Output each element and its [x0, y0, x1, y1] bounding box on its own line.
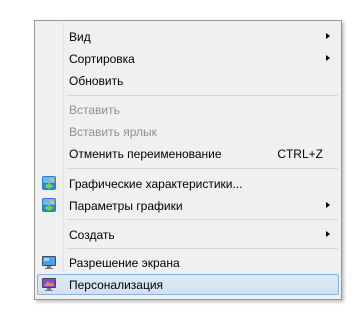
menu-item-label: Вставить: [69, 103, 120, 117]
menu-item-label: Обновить: [69, 74, 124, 88]
menu-separator: [66, 95, 338, 96]
menu-separator: [66, 219, 338, 220]
submenu-arrow-icon: [326, 202, 330, 208]
menu-item-screen-resolution[interactable]: Разрешение экрана: [37, 252, 339, 273]
menu-item-label: Отменить переименование: [69, 147, 222, 161]
menu-item-label: Графические характеристики...: [69, 177, 243, 191]
intel-graphics-icon: [42, 176, 56, 190]
menu-item-label: Создать: [69, 228, 115, 242]
menu-item-graphics-options[interactable]: Параметры графики: [37, 195, 339, 216]
menu-item-undo-rename[interactable]: Отменить переименование CTRL+Z: [37, 143, 339, 164]
display-icon: [42, 256, 56, 269]
personalization-icon: [42, 278, 56, 291]
menu-item-label: Разрешение экрана: [69, 256, 180, 270]
submenu-arrow-icon: [326, 55, 330, 61]
submenu-arrow-icon: [326, 231, 330, 237]
menu-item-label: Вставить ярлык: [69, 125, 157, 139]
menu-item-label: Персонализация: [69, 278, 164, 292]
menu-item-label: Вид: [69, 30, 91, 44]
menu-item-shortcut: CTRL+Z: [277, 147, 323, 161]
menu-separator: [66, 248, 338, 249]
menu-item-label: Сортировка: [69, 52, 135, 66]
menu-item-new[interactable]: Создать: [37, 224, 339, 245]
submenu-arrow-icon: [326, 33, 330, 39]
menu-item-graphics-properties[interactable]: Графические характеристики...: [37, 173, 339, 194]
menu-separator: [66, 168, 338, 169]
menu-item-paste-shortcut[interactable]: Вставить ярлык: [37, 121, 339, 142]
menu-item-view[interactable]: Вид: [37, 26, 339, 47]
menu-item-personalization[interactable]: Персонализация: [37, 274, 339, 295]
menu-item-label: Параметры графики: [69, 199, 183, 213]
menu-item-sort[interactable]: Сортировка: [37, 48, 339, 69]
intel-graphics-icon: [42, 198, 56, 212]
menu-item-refresh[interactable]: Обновить: [37, 70, 339, 91]
desktop-context-menu: Вид Сортировка Обновить Вставить Вставит…: [34, 20, 342, 300]
menu-item-paste[interactable]: Вставить: [37, 99, 339, 120]
